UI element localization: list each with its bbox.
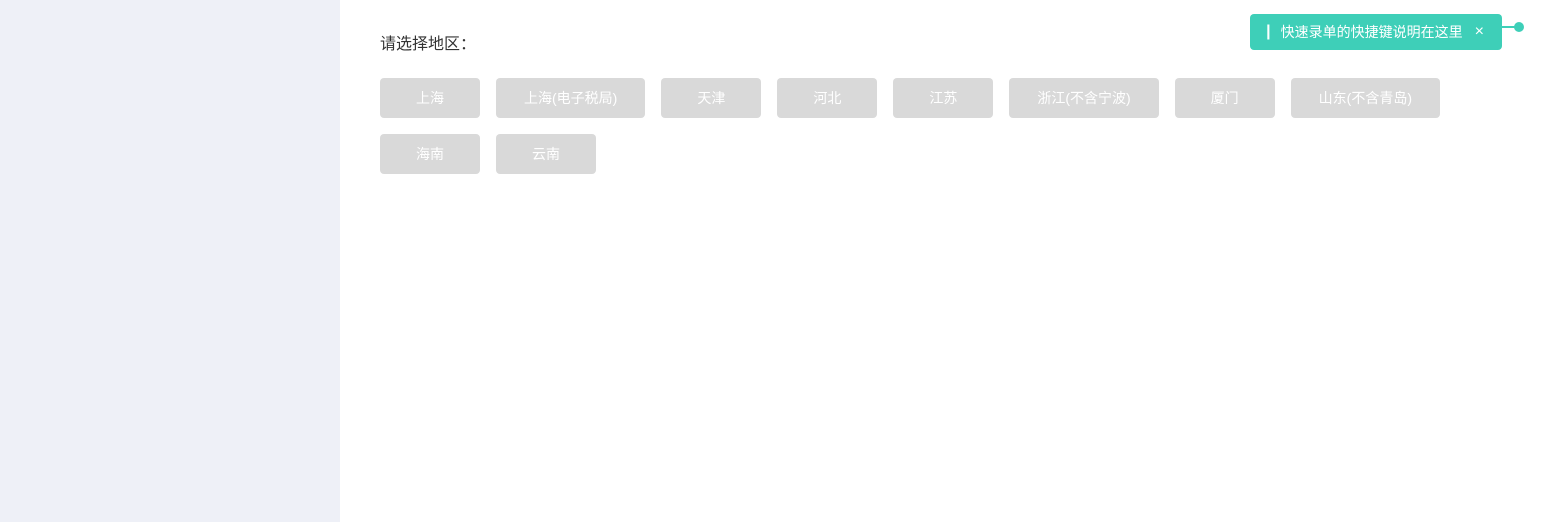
region-btn-hainan[interactable]: 海南 xyxy=(380,134,480,174)
region-btn-hebei[interactable]: 河北 xyxy=(777,78,877,118)
region-btn-jiangsu[interactable]: 江苏 xyxy=(893,78,993,118)
sidebar xyxy=(0,0,340,522)
tooltip-banner: 快速录单的快捷键说明在这里 × xyxy=(1250,14,1502,50)
region-btn-zhejiang[interactable]: 浙江(不含宁波) xyxy=(1009,78,1158,118)
region-btn-tianjin[interactable]: 天津 xyxy=(661,78,761,118)
region-btn-shandong[interactable]: 山东(不含青岛) xyxy=(1291,78,1440,118)
tooltip-dot xyxy=(1514,22,1524,32)
tooltip-close-button[interactable]: × xyxy=(1473,24,1486,40)
region-btn-yunnan[interactable]: 云南 xyxy=(496,134,596,174)
region-buttons-container: 上海上海(电子税局) 天津河北江苏浙江(不含宁波) 厦门山东(不含青岛) 海南云南 xyxy=(380,78,1522,174)
main-content: 请选择地区： 上海上海(电子税局)天津河北江苏浙江(不含宁波)厦门山东(不含青岛… xyxy=(340,0,1562,522)
region-btn-shanghai-etax[interactable]: 上海(电子税局) xyxy=(496,78,645,118)
region-btn-xiamen[interactable]: 厦门 xyxy=(1175,78,1275,118)
tooltip-text: 快速录单的快捷键说明在这里 xyxy=(1281,22,1463,42)
region-btn-shanghai[interactable]: 上海 xyxy=(380,78,480,118)
